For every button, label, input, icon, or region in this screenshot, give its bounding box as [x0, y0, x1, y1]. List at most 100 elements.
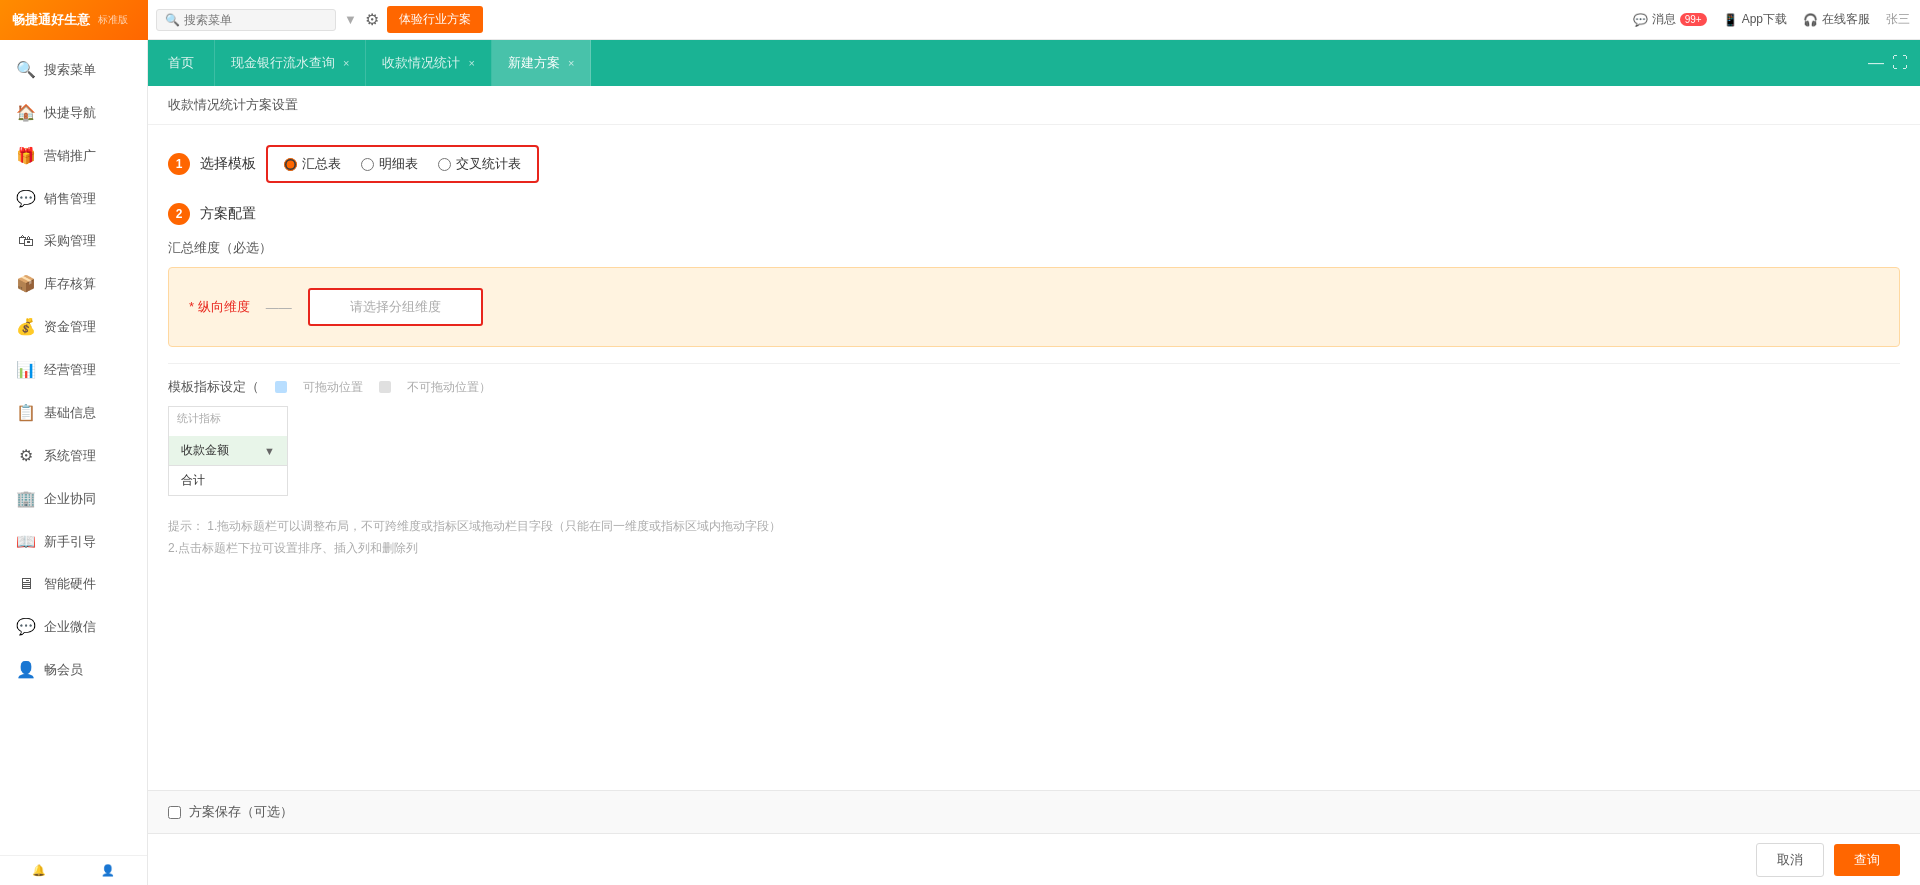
download-btn[interactable]: 📱 App下载 [1723, 11, 1787, 28]
sidebar-item-label: 搜索菜单 [44, 61, 96, 79]
save-plan-checkbox[interactable] [168, 806, 181, 819]
radio-crosstab[interactable]: 交叉统计表 [438, 155, 521, 173]
main-layout: 🔍 搜索菜单 🏠 快捷导航 🎁 营销推广 💬 销售管理 🛍 采购管理 📦 库存核… [0, 40, 1920, 885]
radio-detail[interactable]: 明细表 [361, 155, 418, 173]
stats-table-header[interactable]: 收款金额 ▼ [169, 436, 287, 466]
search-input[interactable] [184, 13, 324, 27]
sidebar-item-label: 经营管理 [44, 361, 96, 379]
wechat-icon: 💬 [16, 617, 36, 636]
gear-icon[interactable]: ⚙ [365, 10, 379, 29]
cancel-button[interactable]: 取消 [1756, 843, 1824, 877]
logo: 畅捷通好生意 标准版 [0, 0, 148, 40]
radio-crosstab-input[interactable] [438, 158, 451, 171]
tab-home[interactable]: 首页 [148, 40, 215, 86]
sidebar-item-basic-info[interactable]: 📋 基础信息 [0, 391, 147, 434]
sidebar-item-wechat[interactable]: 💬 企业微信 [0, 605, 147, 648]
logo-text: 畅捷通好生意 [12, 11, 90, 29]
radio-detail-label: 明细表 [379, 155, 418, 173]
stats-col-dropdown-icon[interactable]: ▼ [264, 445, 275, 457]
tab-bank-flow-close[interactable]: × [343, 57, 349, 69]
metrics-label-text: 模板指标设定（ [168, 378, 259, 396]
sidebar-item-inventory[interactable]: 📦 库存核算 [0, 262, 147, 305]
dimension-area: * 纵向维度 —— 请选择分组维度 [168, 267, 1900, 347]
tabs-right-actions: — ⛶ [1868, 54, 1920, 72]
sales-icon: 💬 [16, 189, 36, 208]
sidebar-item-label: 资金管理 [44, 318, 96, 336]
save-plan-label[interactable]: 方案保存（可选） [189, 803, 293, 821]
sidebar-item-guide[interactable]: 📖 新手引导 [0, 520, 147, 563]
bottom-section: 方案保存（可选） [148, 790, 1920, 833]
search-box[interactable]: 🔍 [156, 9, 336, 31]
step1-header: 1 选择模板 汇总表 明细表 [168, 145, 1900, 183]
logo-sub: 标准版 [98, 13, 128, 27]
message-icon: 💬 [1633, 13, 1648, 27]
trial-button[interactable]: 体验行业方案 [387, 6, 483, 33]
dimension-section: 汇总维度（必选） * 纵向维度 —— 请选择分组维度 [168, 239, 1900, 559]
sidebar-item-quick-nav[interactable]: 🏠 快捷导航 [0, 91, 147, 134]
dropdown-arrow-icon[interactable]: ▼ [344, 12, 357, 27]
page-inner: 收款情况统计方案设置 1 选择模板 汇总表 [148, 86, 1920, 833]
step1-title: 选择模板 [200, 155, 256, 173]
message-btn[interactable]: 💬 消息 99+ [1633, 11, 1707, 28]
step2-section: 2 方案配置 汇总维度（必选） * 纵向维度 —— [168, 203, 1900, 559]
sidebar-item-marketing[interactable]: 🎁 营销推广 [0, 134, 147, 177]
radio-detail-input[interactable] [361, 158, 374, 171]
sidebar-item-label: 企业协同 [44, 490, 96, 508]
corp-icon: 🏢 [16, 489, 36, 508]
sidebar-bottom-btn2[interactable]: 👤 [78, 864, 140, 877]
tabs-bar: 首页 现金银行流水查询 × 收款情况统计 × 新建方案 × — ⛶ [148, 40, 1920, 86]
draggable-label: 可拖动位置 [303, 379, 363, 396]
guide-icon: 📖 [16, 532, 36, 551]
query-button[interactable]: 查询 [1834, 844, 1900, 876]
sidebar-item-label: 企业微信 [44, 618, 96, 636]
tab-bank-flow[interactable]: 现金银行流水查询 × [215, 40, 366, 86]
member-icon: 👤 [16, 660, 36, 679]
sidebar-item-hardware[interactable]: 🖥 智能硬件 [0, 563, 147, 605]
sidebar-item-member[interactable]: 👤 畅会员 [0, 648, 147, 691]
minimize-icon[interactable]: — [1868, 54, 1884, 72]
step1-num: 1 [168, 153, 190, 175]
sidebar-item-label: 库存核算 [44, 275, 96, 293]
page-content: 收款情况统计方案设置 1 选择模板 汇总表 [148, 86, 1920, 833]
sidebar-item-search-menu[interactable]: 🔍 搜索菜单 [0, 48, 147, 91]
tip-2: 2.点击标题栏下拉可设置排序、插入列和删除列 [168, 538, 1900, 560]
sidebar-bottom-btn1[interactable]: 🔔 [8, 864, 70, 877]
sidebar-item-label: 采购管理 [44, 232, 96, 250]
arrow-icon: —— [266, 300, 292, 315]
sidebar-item-management[interactable]: 📊 经营管理 [0, 348, 147, 391]
page-title-bar: 收款情况统计方案设置 [148, 86, 1920, 125]
maximize-icon[interactable]: ⛶ [1892, 54, 1908, 72]
tab-new-plan[interactable]: 新建方案 × [492, 40, 591, 86]
tab-collection-stats-close[interactable]: × [468, 57, 474, 69]
radio-summary-input[interactable] [284, 158, 297, 171]
sidebar-item-system[interactable]: ⚙ 系统管理 [0, 434, 147, 477]
step1-section: 1 选择模板 汇总表 明细表 [168, 145, 1900, 183]
stats-table-row: 合计 [169, 466, 287, 495]
sidebar-item-finance[interactable]: 💰 资金管理 [0, 305, 147, 348]
stats-row-value: 合计 [181, 473, 205, 487]
search-icon: 🔍 [165, 13, 180, 27]
service-btn[interactable]: 🎧 在线客服 [1803, 11, 1870, 28]
service-label: 在线客服 [1822, 11, 1870, 28]
quick-nav-icon: 🏠 [16, 103, 36, 122]
tab-new-plan-close[interactable]: × [568, 57, 574, 69]
username: 张三 [1886, 11, 1910, 28]
sidebar-item-corp[interactable]: 🏢 企业协同 [0, 477, 147, 520]
sidebar-bottom: 🔔 👤 [0, 855, 147, 885]
marketing-icon: 🎁 [16, 146, 36, 165]
radio-summary[interactable]: 汇总表 [284, 155, 341, 173]
sidebar-item-sales[interactable]: 💬 销售管理 [0, 177, 147, 220]
sidebar-item-purchase[interactable]: 🛍 采购管理 [0, 220, 147, 262]
stats-table-section-label: 统计指标 [169, 407, 287, 430]
dim-select-box[interactable]: 请选择分组维度 [308, 288, 483, 326]
sidebar-item-label: 快捷导航 [44, 104, 96, 122]
dim-select-placeholder: 请选择分组维度 [350, 299, 441, 314]
message-badge: 99+ [1680, 13, 1707, 26]
tab-bank-flow-label: 现金银行流水查询 [231, 54, 335, 72]
summary-dim-label: 汇总维度（必选） [168, 239, 1900, 257]
service-icon: 🎧 [1803, 13, 1818, 27]
tab-collection-stats[interactable]: 收款情况统计 × [366, 40, 491, 86]
content-area: 首页 现金银行流水查询 × 收款情况统计 × 新建方案 × — ⛶ [148, 40, 1920, 885]
top-bar: 畅捷通好生意 标准版 🔍 ▼ ⚙ 体验行业方案 💬 消息 99+ 📱 App下载… [0, 0, 1920, 40]
step2-header: 2 方案配置 [168, 203, 1900, 225]
